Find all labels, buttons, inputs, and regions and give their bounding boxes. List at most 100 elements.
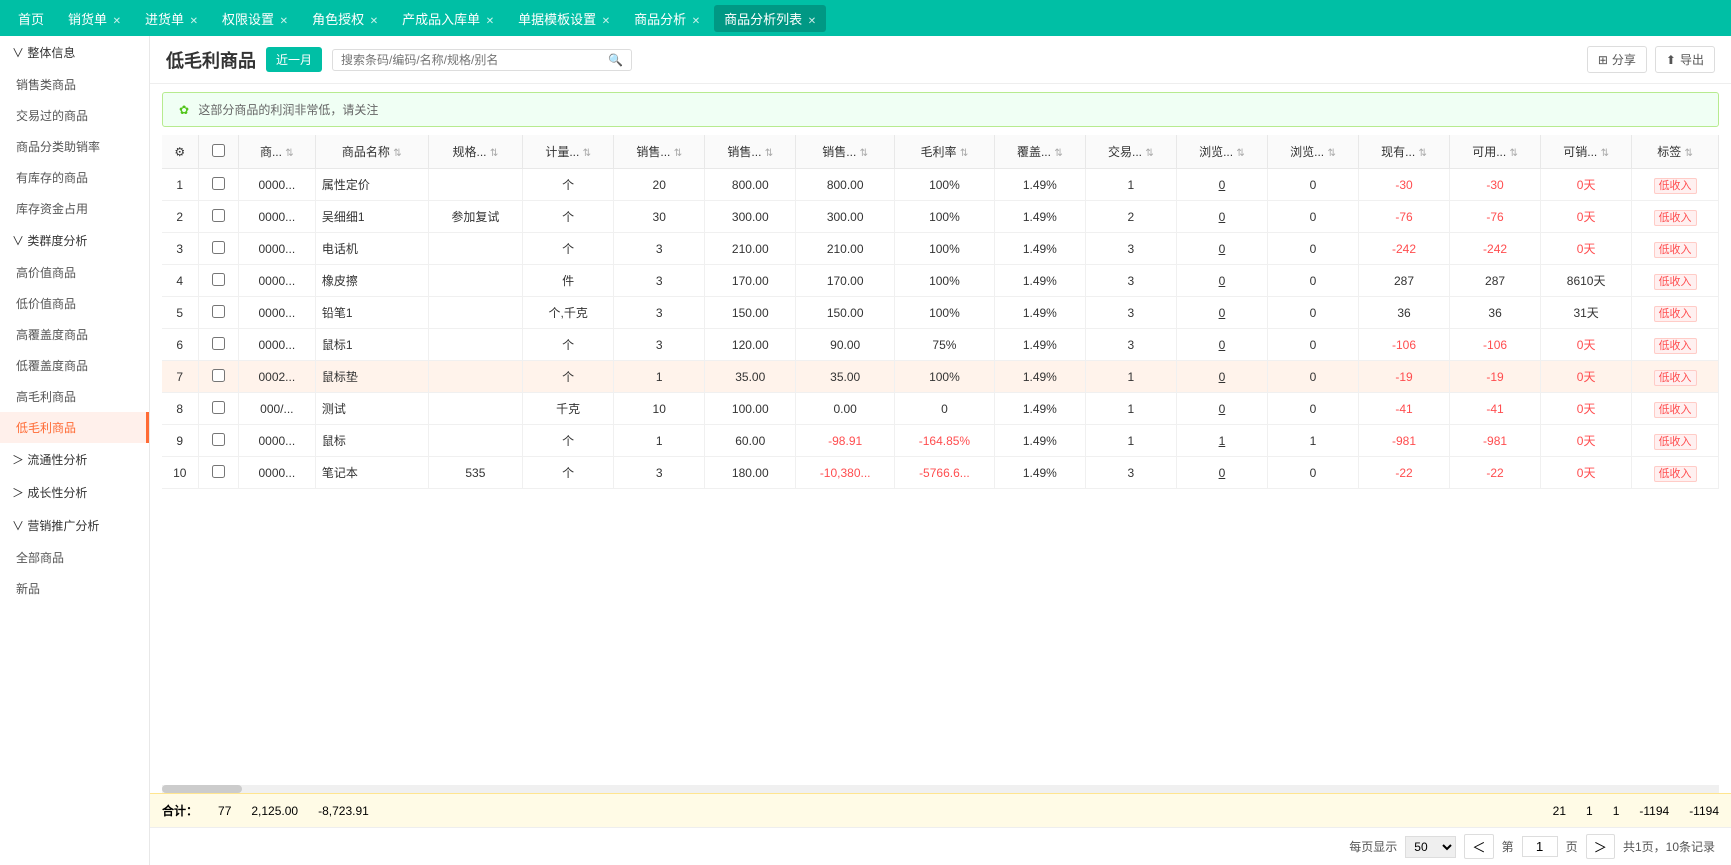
sidebar-group-marketing-arrow: ∨ <box>12 519 24 533</box>
col-sellable-days[interactable]: 可销... ⇅ <box>1541 135 1632 169</box>
sidebar-item-low-coverage[interactable]: 低覆盖度商品 <box>0 350 149 381</box>
sidebar-item-high-value[interactable]: 高价值商品 <box>0 257 149 288</box>
page-input[interactable] <box>1522 836 1558 857</box>
cell-name: 电话机 <box>315 233 428 265</box>
col-settings[interactable]: ⚙ <box>162 135 198 169</box>
select-all-checkbox[interactable] <box>212 144 225 157</box>
col-views1[interactable]: 浏览... ⇅ <box>1176 135 1267 169</box>
settings-icon[interactable]: ⚙ <box>174 145 185 159</box>
sidebar-item-sales-goods[interactable]: 销售类商品 <box>0 69 149 100</box>
cell-sale-count: 30 <box>614 201 705 233</box>
table-row: 3 0000... 电话机 个 3 210.00 210.00 100% 1.4… <box>162 233 1719 265</box>
row-checkbox[interactable] <box>212 273 225 286</box>
cell-sale-amount: 300.00 <box>705 201 796 233</box>
nav-product-analysis[interactable]: 商品分析 ✕ <box>624 5 710 32</box>
share-button[interactable]: ⊞ 分享 <box>1587 46 1647 73</box>
row-checkbox[interactable] <box>212 337 225 350</box>
sidebar-item-high-margin[interactable]: 高毛利商品 <box>0 381 149 412</box>
row-checkbox[interactable] <box>212 305 225 318</box>
nav-roles[interactable]: 角色授权 ✕ <box>302 5 388 32</box>
cell-sale-amount: 800.00 <box>705 169 796 201</box>
scrollbar-thumb[interactable] <box>162 785 242 793</box>
nav-product-analysis-close[interactable]: ✕ <box>692 16 700 27</box>
footer-trade-count: 21 <box>1553 804 1566 818</box>
nav-template-settings[interactable]: 单据模板设置 ✕ <box>508 5 620 32</box>
row-checkbox[interactable] <box>212 369 225 382</box>
nav-product-entry-close[interactable]: ✕ <box>486 16 494 27</box>
nav-home[interactable]: 首页 <box>8 5 54 32</box>
cell-spec: 参加复试 <box>428 201 523 233</box>
nav-template-close[interactable]: ✕ <box>602 16 610 27</box>
sidebar-item-low-value[interactable]: 低价值商品 <box>0 288 149 319</box>
search-input[interactable] <box>341 53 608 67</box>
col-name[interactable]: 商品名称 ⇅ <box>315 135 428 169</box>
nav-purchase[interactable]: 进货单 ✕ <box>135 5 208 32</box>
export-button[interactable]: ⬆ 导出 <box>1655 46 1715 73</box>
col-available-stock[interactable]: 可用... ⇅ <box>1450 135 1541 169</box>
cell-views1: 0 <box>1176 393 1267 425</box>
col-checkbox <box>198 135 238 169</box>
prev-page-button[interactable]: ＜ <box>1464 834 1493 859</box>
nav-roles-close[interactable]: ✕ <box>370 16 378 27</box>
sidebar-group-growth[interactable]: ＞ 成长性分析 <box>0 476 149 509</box>
row-checkbox[interactable] <box>212 465 225 478</box>
sidebar-item-stock-funds[interactable]: 库存资金占用 <box>0 193 149 224</box>
nav-purchase-close[interactable]: ✕ <box>190 16 198 27</box>
row-checkbox[interactable] <box>212 433 225 446</box>
sidebar-item-new-goods[interactable]: 新品 <box>0 573 149 604</box>
next-page-button[interactable]: ＞ <box>1586 834 1615 859</box>
sidebar-group-cluster[interactable]: ∨ 类群度分析 <box>0 224 149 257</box>
cell-sale-count: 3 <box>614 329 705 361</box>
sidebar-item-all-goods[interactable]: 全部商品 <box>0 542 149 573</box>
alert-icon: ✿ <box>179 103 189 117</box>
row-checkbox[interactable] <box>212 209 225 222</box>
table-container: ⚙ 商... ⇅ 商品名称 ⇅ 规格... ⇅ 计量... ⇅ 销售... ⇅ … <box>150 135 1731 785</box>
nav-product-analysis-list-close[interactable]: ✕ <box>808 16 816 27</box>
cell-sale-amount: 35.00 <box>705 361 796 393</box>
cell-spec <box>428 329 523 361</box>
date-filter-button[interactable]: 近一月 <box>266 47 322 72</box>
row-checkbox[interactable] <box>212 177 225 190</box>
sidebar-group-circulation[interactable]: ＞ 流通性分析 <box>0 443 149 476</box>
nav-permissions[interactable]: 权限设置 ✕ <box>212 5 298 32</box>
search-icon[interactable]: 🔍 <box>608 53 623 67</box>
sidebar-item-low-margin[interactable]: 低毛利商品 <box>0 412 149 443</box>
cell-checkbox <box>198 169 238 201</box>
cell-gross-margin: 100% <box>895 233 995 265</box>
per-page-select[interactable]: 50 100 200 <box>1405 836 1456 858</box>
col-current-stock[interactable]: 现有... ⇅ <box>1359 135 1450 169</box>
sidebar-item-stocked-goods[interactable]: 有库存的商品 <box>0 162 149 193</box>
sidebar-group-overall[interactable]: ∨ 整体信息 <box>0 36 149 69</box>
nav-sales[interactable]: 销货单 ✕ <box>58 5 131 32</box>
sidebar-item-high-coverage[interactable]: 高覆盖度商品 <box>0 319 149 350</box>
cell-tag: 低收入 <box>1632 393 1719 425</box>
sidebar-item-category-sales-rate[interactable]: 商品分类助销率 <box>0 131 149 162</box>
nav-sales-close[interactable]: ✕ <box>113 16 121 27</box>
col-sale-amount[interactable]: 销售... ⇅ <box>705 135 796 169</box>
col-coverage[interactable]: 覆盖... ⇅ <box>994 135 1085 169</box>
col-unit[interactable]: 计量... ⇅ <box>523 135 614 169</box>
cell-checkbox <box>198 425 238 457</box>
row-checkbox[interactable] <box>212 241 225 254</box>
col-gross-margin[interactable]: 毛利率 ⇅ <box>895 135 995 169</box>
pagination: 每页显示 50 100 200 ＜ 第 页 ＞ 共1页，10条记录 <box>150 827 1731 865</box>
sidebar-group-overall-arrow: ∨ <box>12 46 24 60</box>
sidebar-item-traded-goods[interactable]: 交易过的商品 <box>0 100 149 131</box>
row-checkbox[interactable] <box>212 401 225 414</box>
nav-product-entry[interactable]: 产成品入库单 ✕ <box>392 5 504 32</box>
footer-summary: 合计： 77 2,125.00 -8,723.91 21 1 1 -1194 -… <box>150 793 1731 827</box>
col-spec[interactable]: 规格... ⇅ <box>428 135 523 169</box>
horizontal-scrollbar[interactable] <box>162 785 1719 793</box>
sidebar-group-marketing[interactable]: ∨ 营销推广分析 <box>0 509 149 542</box>
cell-spec: 535 <box>428 457 523 489</box>
col-sale-count[interactable]: 销售... ⇅ <box>614 135 705 169</box>
col-views2[interactable]: 浏览... ⇅ <box>1267 135 1358 169</box>
header-actions: ⊞ 分享 ⬆ 导出 <box>1587 46 1715 73</box>
nav-product-analysis-list[interactable]: 商品分析列表 ✕ <box>714 5 826 32</box>
col-sale-profit[interactable]: 销售... ⇅ <box>796 135 895 169</box>
col-trade-count[interactable]: 交易... ⇅ <box>1085 135 1176 169</box>
col-code[interactable]: 商... ⇅ <box>238 135 315 169</box>
col-tag[interactable]: 标签 ⇅ <box>1632 135 1719 169</box>
cell-current-stock: -106 <box>1359 329 1450 361</box>
nav-permissions-close[interactable]: ✕ <box>280 16 288 27</box>
